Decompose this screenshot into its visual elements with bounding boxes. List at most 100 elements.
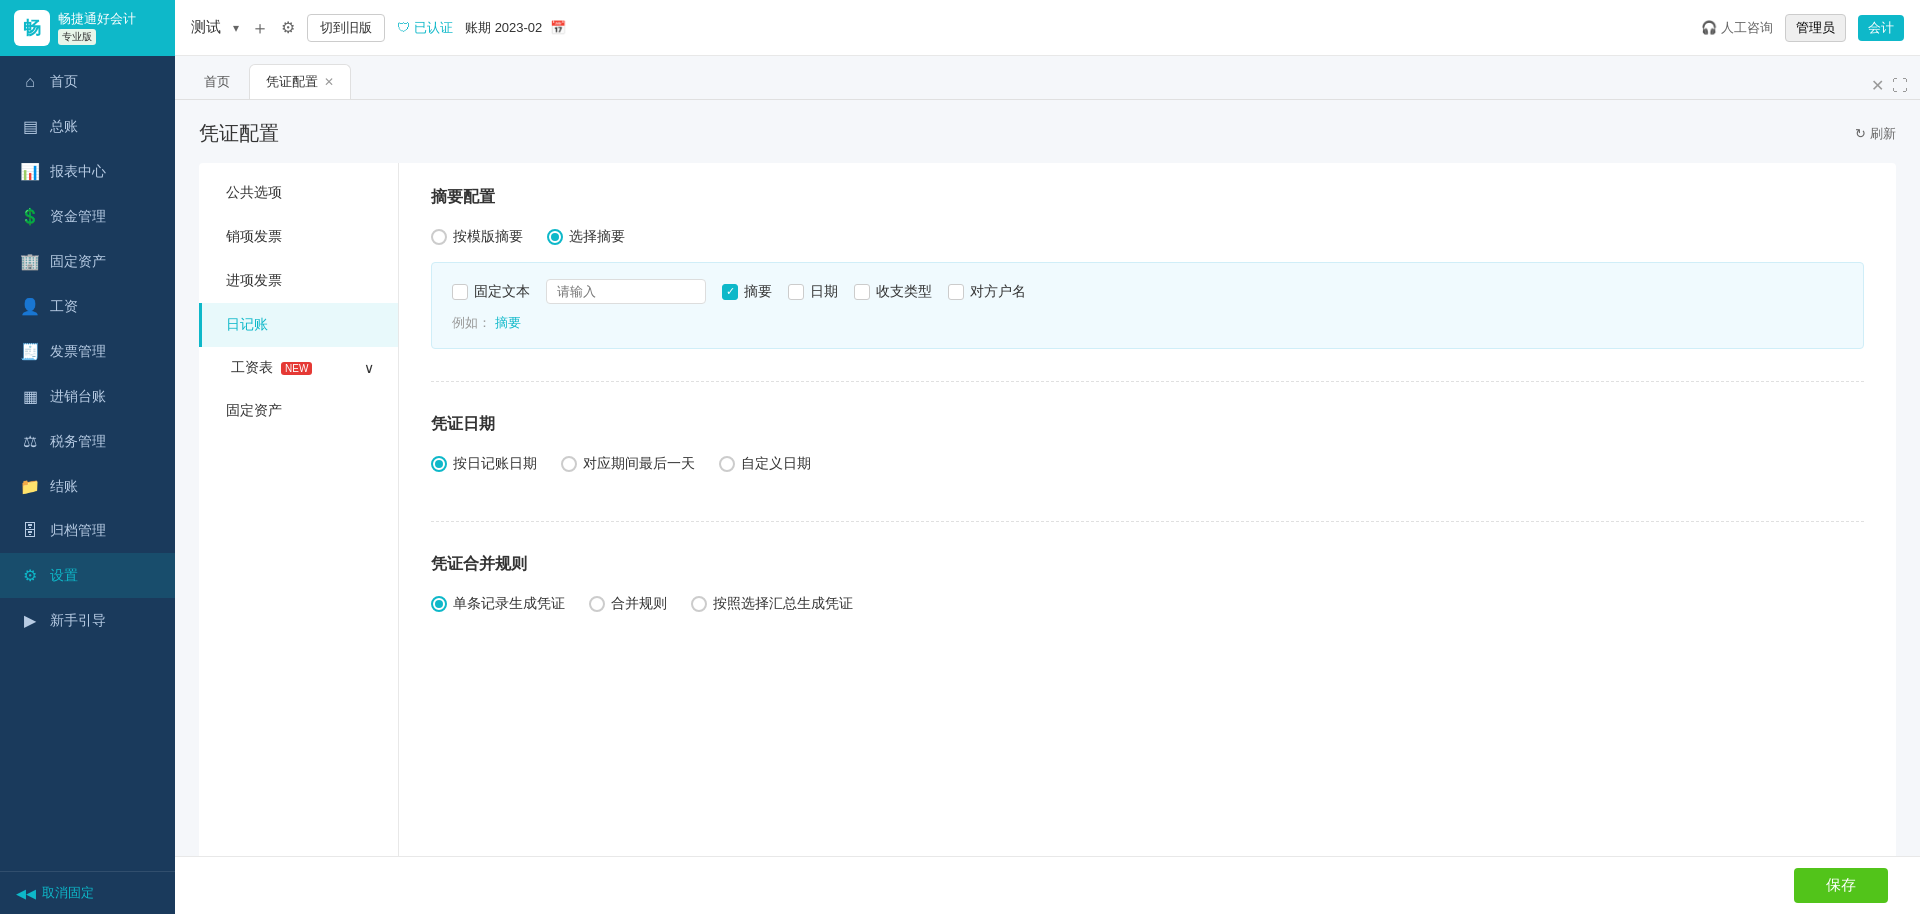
radio-single-record[interactable]: 单条记录生成凭证: [431, 595, 565, 613]
sidebar-item-assets[interactable]: 🏢 固定资产: [0, 239, 175, 284]
closing-icon: 📁: [20, 477, 40, 496]
sidebar-item-purchase[interactable]: ▦ 进销台账: [0, 374, 175, 419]
sidebar-logo-text: 畅捷通好会计 专业版: [58, 11, 136, 46]
sidebar-nav: ⌂ 首页 ▤ 总账 📊 报表中心 💲 资金管理 🏢 固定资产 👤 工资 🧾 发票…: [0, 56, 175, 871]
calendar-icon[interactable]: 📅: [550, 20, 566, 35]
verified-badge: 🛡 已认证: [397, 19, 453, 37]
payroll-icon: 👤: [20, 297, 40, 316]
summary-config-box: 固定文本 ✓ 摘要 日期: [431, 262, 1864, 349]
service-btn[interactable]: 🎧 人工咨询: [1701, 19, 1773, 37]
guide-icon: ▶: [20, 611, 40, 630]
expand-icon[interactable]: ⛶: [1892, 77, 1908, 95]
topbar: 测试 ▾ ＋ ⚙ 切到旧版 🛡 已认证 账期 2023-02 📅 🎧 人工咨询 …: [175, 0, 1920, 56]
section-summary-title: 摘要配置: [431, 187, 1864, 208]
capital-icon: 💲: [20, 207, 40, 226]
reports-icon: 📊: [20, 162, 40, 181]
sidebar-item-home[interactable]: ⌂ 首页: [0, 60, 175, 104]
sidebar-item-guide[interactable]: ▶ 新手引导: [0, 598, 175, 643]
home-icon: ⌂: [20, 73, 40, 91]
radio-circle-select: [547, 229, 563, 245]
sidebar-item-settings[interactable]: ⚙ 设置: [0, 553, 175, 598]
checkbox-date-box: [788, 284, 804, 300]
checkbox-summary-box: ✓: [722, 284, 738, 300]
tax-icon: ⚖: [20, 432, 40, 451]
radio-select-summary[interactable]: 选择摘要: [547, 228, 625, 246]
summary-options-row: 固定文本 ✓ 摘要 日期: [452, 279, 1843, 304]
sidebar-item-tax[interactable]: ⚖ 税务管理: [0, 419, 175, 464]
project-dropdown[interactable]: ▾: [233, 21, 239, 35]
tab-close-icon[interactable]: ✕: [324, 75, 334, 89]
summary-radio-group: 按模版摘要 选择摘要: [431, 228, 1864, 246]
refresh-btn[interactable]: ↻ 刷新: [1855, 125, 1896, 143]
left-nav-purchase-invoice[interactable]: 进项发票: [199, 259, 398, 303]
radio-summary-generate[interactable]: 按照选择汇总生成凭证: [691, 595, 853, 613]
app-icon: 畅: [14, 10, 50, 46]
pin-icon: ◀◀: [16, 886, 36, 901]
left-nav-payroll[interactable]: 工资表 NEW ∨: [199, 347, 398, 389]
main-content: 凭证配置 ↻ 刷新 公共选项 销项发票 进项发票 日记账: [175, 100, 1920, 914]
page-header: 凭证配置 ↻ 刷新: [199, 120, 1896, 147]
checkbox-fixed-text[interactable]: 固定文本: [452, 283, 530, 301]
radio-period-last-day[interactable]: 对应期间最后一天: [561, 455, 695, 473]
archive-icon: 🗄: [20, 522, 40, 540]
section-date: 凭证日期 按日记账日期 对应期间最后一天 自定义日期: [431, 414, 1864, 522]
expand-arrow-icon: ∨: [364, 360, 374, 376]
checkbox-payment-type[interactable]: 收支类型: [854, 283, 932, 301]
tab-voucher-config[interactable]: 凭证配置 ✕: [249, 64, 351, 99]
left-nav-sales-invoice[interactable]: 销项发票: [199, 215, 398, 259]
merge-radio-group: 单条记录生成凭证 合并规则 按照选择汇总生成凭证: [431, 595, 1864, 613]
radio-journal-date[interactable]: 按日记账日期: [431, 455, 537, 473]
sidebar-item-closing[interactable]: 📁 结账: [0, 464, 175, 509]
save-button[interactable]: 保存: [1794, 868, 1888, 903]
checkbox-date[interactable]: 日期: [788, 283, 838, 301]
left-nav-journal[interactable]: 日记账: [199, 303, 398, 347]
content-scroll-area[interactable]: 凭证配置 ↻ 刷新 公共选项 销项发票 进项发票 日记账: [175, 100, 1920, 914]
purchase-icon: ▦: [20, 387, 40, 406]
refresh-icon: ↻: [1855, 126, 1866, 141]
right-content: 摘要配置 按模版摘要 选择摘要: [399, 163, 1896, 863]
save-bar: 保存: [175, 856, 1920, 914]
headset-icon: 🎧: [1701, 20, 1717, 35]
ledger-icon: ▤: [20, 117, 40, 136]
admin-btn[interactable]: 管理员: [1785, 14, 1846, 42]
sidebar-item-archive[interactable]: 🗄 归档管理: [0, 509, 175, 553]
content-layout: 公共选项 销项发票 进项发票 日记账 工资表 NEW ∨: [199, 163, 1896, 863]
sidebar-item-ledger[interactable]: ▤ 总账: [0, 104, 175, 149]
page-title-text: 凭证配置: [199, 120, 279, 147]
radio-custom-date[interactable]: 自定义日期: [719, 455, 811, 473]
project-name: 测试: [191, 18, 221, 37]
radio-merge-rules[interactable]: 合并规则: [589, 595, 667, 613]
checkbox-counterpart[interactable]: 对方户名: [948, 283, 1026, 301]
radio-circle-custom-date: [719, 456, 735, 472]
section-summary: 摘要配置 按模版摘要 选择摘要: [431, 187, 1864, 382]
checkbox-summary[interactable]: ✓ 摘要: [722, 283, 772, 301]
checkbox-counterpart-box: [948, 284, 964, 300]
sidebar-item-capital[interactable]: 💲 资金管理: [0, 194, 175, 239]
settings-gear-icon[interactable]: ⚙: [281, 18, 295, 37]
left-nav-fixed-assets[interactable]: 固定资产: [199, 389, 398, 433]
tab-home[interactable]: 首页: [187, 64, 247, 99]
period-label: 账期 2023-02 📅: [465, 19, 566, 37]
sidebar-item-reports[interactable]: 📊 报表中心: [0, 149, 175, 194]
radio-template-summary[interactable]: 按模版摘要: [431, 228, 523, 246]
sidebar-item-invoice[interactable]: 🧾 发票管理: [0, 329, 175, 374]
add-project-btn[interactable]: ＋: [251, 16, 269, 40]
left-nav: 公共选项 销项发票 进项发票 日记账 工资表 NEW ∨: [199, 163, 399, 863]
section-merge-title: 凭证合并规则: [431, 554, 1864, 575]
sidebar-item-payroll[interactable]: 👤 工资: [0, 284, 175, 329]
sidebar-pin-toggle[interactable]: ◀◀ 取消固定: [0, 871, 175, 914]
radio-circle-summary-gen: [691, 596, 707, 612]
invoice-icon: 🧾: [20, 342, 40, 361]
left-nav-public[interactable]: 公共选项: [199, 171, 398, 215]
sidebar-logo: 畅 畅捷通好会计 专业版: [0, 0, 175, 56]
radio-circle-single: [431, 596, 447, 612]
shield-icon: 🛡: [397, 20, 410, 35]
tabbar: 首页 凭证配置 ✕ ✕ ⛶: [175, 56, 1920, 100]
accountant-btn[interactable]: 会计: [1858, 15, 1904, 41]
switch-old-btn[interactable]: 切到旧版: [307, 14, 385, 42]
close-window-icon[interactable]: ✕: [1871, 76, 1884, 95]
fixed-text-input[interactable]: [546, 279, 706, 304]
tabbar-controls: ✕ ⛶: [1871, 76, 1908, 99]
checkbox-fixed-text-box: [452, 284, 468, 300]
date-radio-group: 按日记账日期 对应期间最后一天 自定义日期: [431, 455, 1864, 473]
